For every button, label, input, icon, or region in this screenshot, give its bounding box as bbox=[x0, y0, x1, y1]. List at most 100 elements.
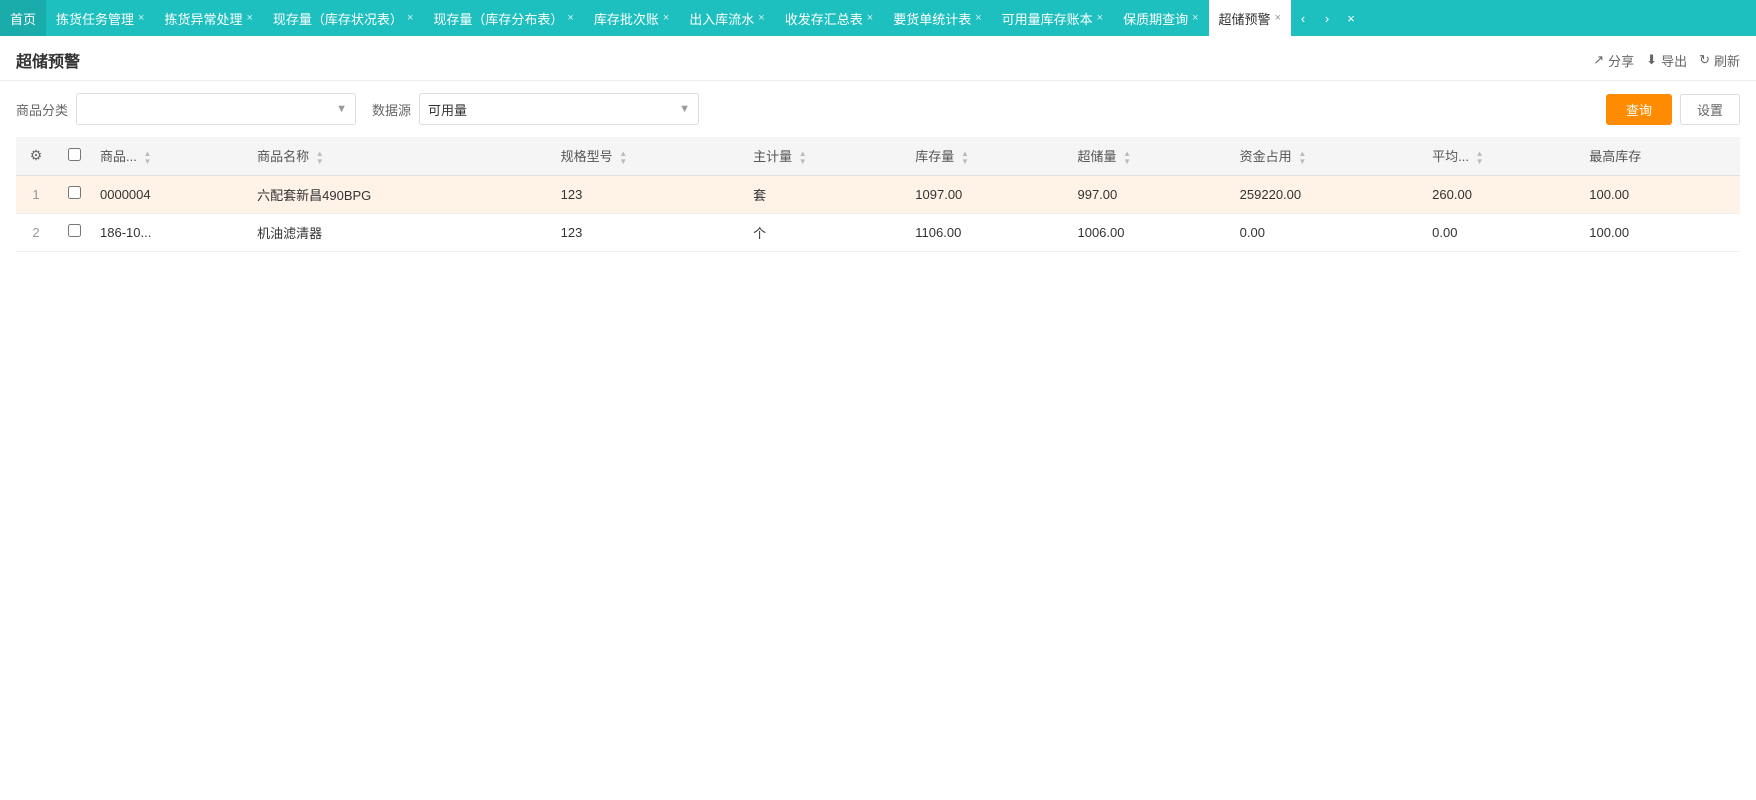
row-unit: 个 bbox=[745, 213, 907, 251]
row-product-code: 186-10... bbox=[92, 213, 249, 251]
col-stock-header: 库存量 ▲▼ bbox=[907, 137, 1069, 175]
col-settings: ⚙ bbox=[16, 137, 56, 175]
table-row: 2 186-10... 机油滤清器 123 个 1106.00 1006.00 … bbox=[16, 213, 1740, 251]
row-checkbox-cell bbox=[56, 175, 92, 213]
sort-icon-overstock: ▲▼ bbox=[1123, 150, 1131, 166]
row-checkbox[interactable] bbox=[68, 224, 81, 237]
datasource-chevron-icon: ▼ bbox=[679, 103, 690, 115]
row-overstock: 997.00 bbox=[1069, 175, 1231, 213]
select-all-checkbox[interactable] bbox=[68, 148, 81, 161]
col-product-name-header: 商品名称 ▲▼ bbox=[249, 137, 552, 175]
row-stock: 1097.00 bbox=[907, 175, 1069, 213]
top-navigation: 首页 拣货任务管理 × 拣货异常处理 × 现存量（库存状况表） × 现存量（库存… bbox=[0, 0, 1756, 36]
col-unit-header: 主计量 ▲▼ bbox=[745, 137, 907, 175]
query-button[interactable]: 查询 bbox=[1606, 94, 1672, 125]
settings-col-icon[interactable]: ⚙ bbox=[30, 147, 43, 163]
refresh-icon: ↻ bbox=[1699, 52, 1710, 68]
category-filter-group: 商品分类 ▼ bbox=[16, 93, 356, 125]
sort-icon-capital: ▲▼ bbox=[1298, 150, 1306, 166]
nav-close-shelf-life[interactable]: × bbox=[1192, 12, 1198, 24]
filter-bar: 商品分类 ▼ 数据源 可用量 ▼ 查询 设置 bbox=[0, 81, 1756, 137]
page-actions: ↗ 分享 ⬇ 导出 ↻ 刷新 bbox=[1593, 51, 1740, 70]
row-avg: 0.00 bbox=[1424, 213, 1581, 251]
nav-summary[interactable]: 收发存汇总表 × bbox=[775, 0, 883, 36]
table-container: ⚙ 商品... ▲▼ 商品名称 ▲▼ 规格型号 ▲▼ bbox=[0, 137, 1756, 252]
table-header-row: ⚙ 商品... ▲▼ 商品名称 ▲▼ 规格型号 ▲▼ bbox=[16, 137, 1740, 175]
row-number: 2 bbox=[16, 213, 56, 251]
nav-pick-task[interactable]: 拣货任务管理 × bbox=[46, 0, 154, 36]
table-row: 1 0000004 六配套新昌490BPG 123 套 1097.00 997.… bbox=[16, 175, 1740, 213]
nav-close-inout-flow[interactable]: × bbox=[758, 12, 764, 24]
share-icon: ↗ bbox=[1593, 52, 1604, 68]
sort-icon-spec: ▲▼ bbox=[619, 150, 627, 166]
nav-close-pick-exception[interactable]: × bbox=[246, 12, 252, 24]
datasource-value: 可用量 bbox=[428, 100, 467, 119]
settings-button[interactable]: 设置 bbox=[1680, 94, 1740, 125]
page-header: 超储预警 ↗ 分享 ⬇ 导出 ↻ 刷新 bbox=[0, 36, 1756, 81]
col-avg-header: 平均... ▲▼ bbox=[1424, 137, 1581, 175]
row-checkbox-cell bbox=[56, 213, 92, 251]
row-capital: 0.00 bbox=[1232, 213, 1425, 251]
row-checkbox[interactable] bbox=[68, 186, 81, 199]
row-avg: 260.00 bbox=[1424, 175, 1581, 213]
sort-icon-unit: ▲▼ bbox=[799, 150, 807, 166]
row-spec: 123 bbox=[553, 175, 746, 213]
nav-inout-flow[interactable]: 出入库流水 × bbox=[679, 0, 774, 36]
nav-close-overstock[interactable]: × bbox=[1275, 12, 1281, 24]
export-button[interactable]: ⬇ 导出 bbox=[1646, 51, 1687, 70]
nav-home[interactable]: 首页 bbox=[0, 0, 46, 36]
nav-pick-exception[interactable]: 拣货异常处理 × bbox=[154, 0, 262, 36]
datasource-select[interactable]: 可用量 ▼ bbox=[419, 93, 699, 125]
row-unit: 套 bbox=[745, 175, 907, 213]
row-overstock: 1006.00 bbox=[1069, 213, 1231, 251]
row-product-name: 六配套新昌490BPG bbox=[249, 175, 552, 213]
page-container: 超储预警 ↗ 分享 ⬇ 导出 ↻ 刷新 商品分类 ▼ 数据源 bbox=[0, 36, 1756, 800]
nav-next-arrow[interactable]: › bbox=[1315, 0, 1339, 36]
nav-prev-arrow[interactable]: ‹ bbox=[1291, 0, 1315, 36]
nav-close-requisition[interactable]: × bbox=[975, 12, 981, 24]
row-max-stock: 100.00 bbox=[1581, 213, 1740, 251]
datasource-filter-group: 数据源 可用量 ▼ bbox=[372, 93, 699, 125]
nav-available-stock[interactable]: 可用量库存账本 × bbox=[992, 0, 1113, 36]
col-checkbox-header bbox=[56, 137, 92, 175]
row-spec: 123 bbox=[553, 213, 746, 251]
nav-inventory-dist[interactable]: 现存量（库存分布表） × bbox=[423, 0, 583, 36]
sort-icon-avg: ▲▼ bbox=[1476, 150, 1484, 166]
sort-icon-stock: ▲▼ bbox=[961, 150, 969, 166]
category-chevron-icon: ▼ bbox=[336, 103, 347, 115]
category-label: 商品分类 bbox=[16, 100, 68, 119]
nav-shelf-life[interactable]: 保质期查询 × bbox=[1113, 0, 1208, 36]
nav-close-summary[interactable]: × bbox=[867, 12, 873, 24]
share-button[interactable]: ↗ 分享 bbox=[1593, 51, 1634, 70]
export-icon: ⬇ bbox=[1646, 52, 1657, 68]
row-number: 1 bbox=[16, 175, 56, 213]
refresh-button[interactable]: ↻ 刷新 bbox=[1699, 51, 1740, 70]
row-stock: 1106.00 bbox=[907, 213, 1069, 251]
nav-close-inventory-dist[interactable]: × bbox=[567, 12, 573, 24]
page-title: 超储预警 bbox=[16, 48, 80, 72]
row-capital: 259220.00 bbox=[1232, 175, 1425, 213]
col-overstock-header: 超储量 ▲▼ bbox=[1069, 137, 1231, 175]
row-product-code: 0000004 bbox=[92, 175, 249, 213]
nav-batch-account[interactable]: 库存批次账 × bbox=[584, 0, 679, 36]
datasource-label: 数据源 bbox=[372, 100, 411, 119]
sort-icon-product-code: ▲▼ bbox=[143, 150, 151, 166]
filter-actions: 查询 设置 bbox=[1606, 94, 1740, 125]
overstock-table: ⚙ 商品... ▲▼ 商品名称 ▲▼ 规格型号 ▲▼ bbox=[16, 137, 1740, 252]
nav-more-arrow[interactable]: × bbox=[1339, 0, 1363, 36]
row-product-name: 机油滤清器 bbox=[249, 213, 552, 251]
row-max-stock: 100.00 bbox=[1581, 175, 1740, 213]
category-select[interactable]: ▼ bbox=[76, 93, 356, 125]
nav-close-pick-task[interactable]: × bbox=[138, 12, 144, 24]
col-product-code-header: 商品... ▲▼ bbox=[92, 137, 249, 175]
col-capital-header: 资金占用 ▲▼ bbox=[1232, 137, 1425, 175]
nav-close-batch-account[interactable]: × bbox=[663, 12, 669, 24]
col-spec-header: 规格型号 ▲▼ bbox=[553, 137, 746, 175]
sort-icon-product-name: ▲▼ bbox=[316, 150, 324, 166]
nav-inventory-status[interactable]: 现存量（库存状况表） × bbox=[263, 0, 423, 36]
nav-close-available-stock[interactable]: × bbox=[1097, 12, 1103, 24]
nav-overstock[interactable]: 超储预警 × bbox=[1209, 0, 1291, 36]
nav-close-inventory-status[interactable]: × bbox=[407, 12, 413, 24]
col-max-stock-header: 最高库存 bbox=[1581, 137, 1740, 175]
nav-requisition[interactable]: 要货单统计表 × bbox=[883, 0, 991, 36]
